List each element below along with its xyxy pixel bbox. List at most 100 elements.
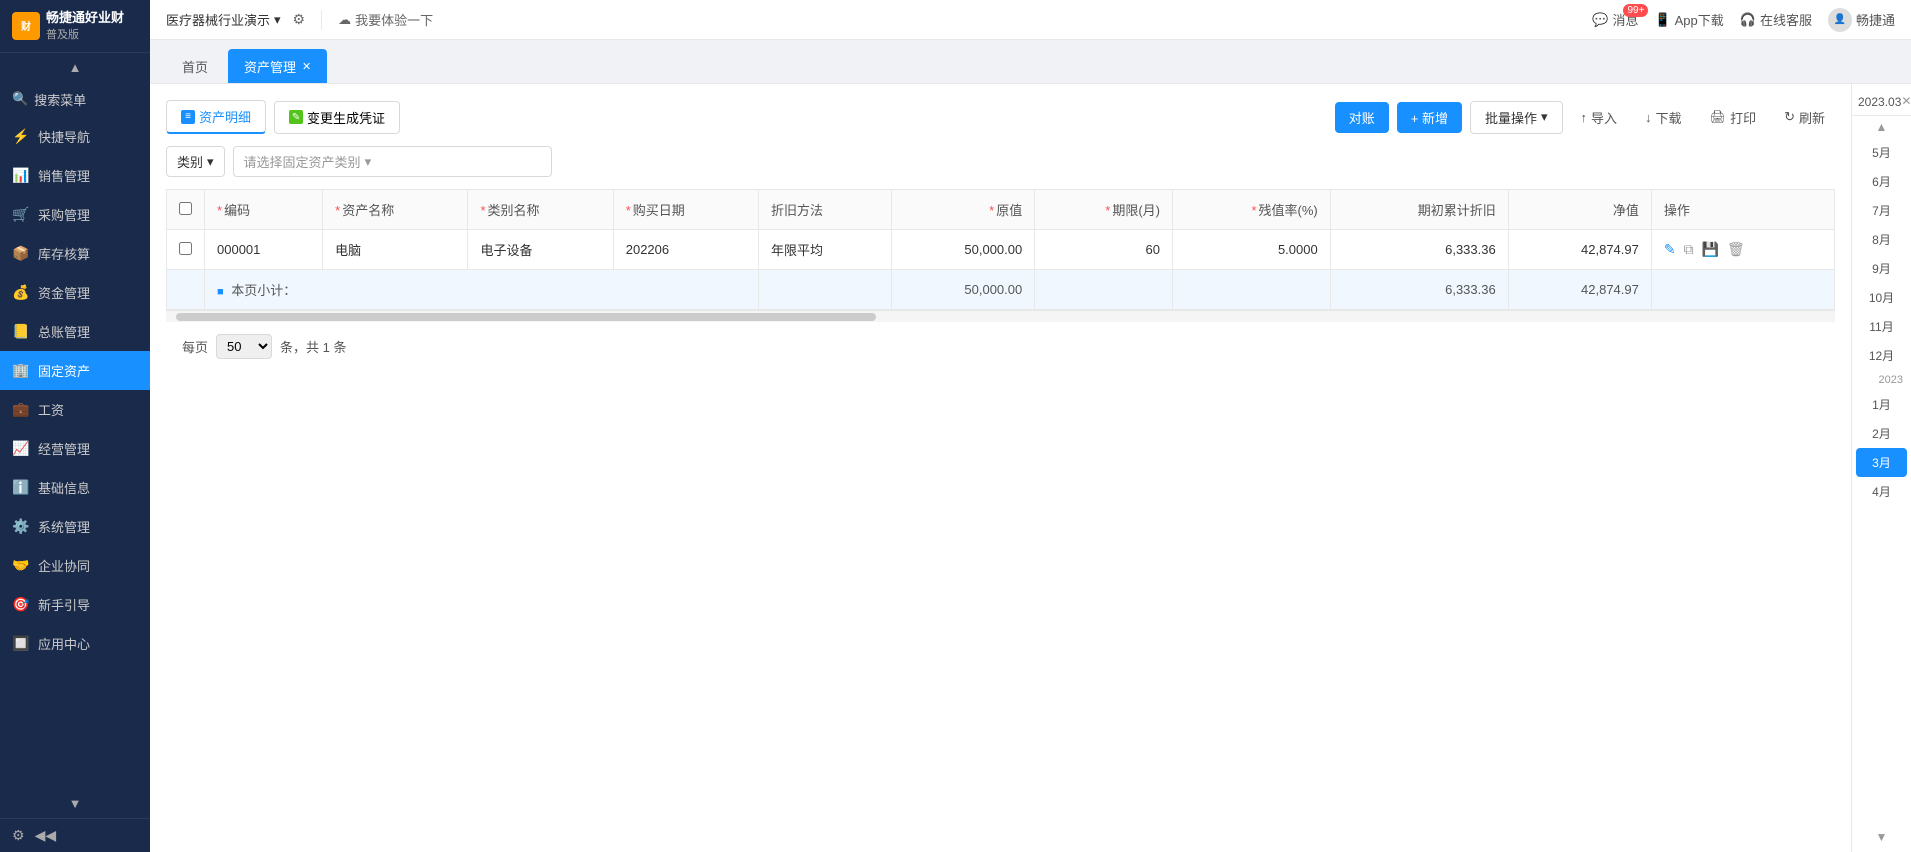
month-item-8[interactable]: 8月 <box>1852 225 1911 254</box>
row-checkbox-cell[interactable] <box>167 230 205 270</box>
col-net-value: 净值 <box>1508 190 1651 230</box>
topbar-divider <box>321 10 322 30</box>
month-item-11[interactable]: 11月 <box>1852 312 1911 341</box>
panel-scroll-down[interactable]: ▼ <box>1872 826 1892 848</box>
tab-asset-mgmt[interactable]: 资产管理 ✕ <box>228 49 327 83</box>
sidebar-item-funds[interactable]: 💰 资金管理 <box>0 273 150 312</box>
settings-gear-icon[interactable]: ⚙ <box>293 11 306 28</box>
col-buy-date: *购买日期 <box>613 190 758 230</box>
sidebar-item-app-center[interactable]: 🔲 应用中心 <box>0 624 150 663</box>
download-button[interactable]: ↓ 下载 <box>1635 102 1692 133</box>
month-item-1[interactable]: 1月 <box>1852 390 1911 419</box>
asset-table: *编码 *资产名称 *类别名称 *购买日期 <box>166 189 1835 310</box>
panel-title: 2023.03 <box>1858 95 1901 109</box>
col-operations: 操作 <box>1651 190 1834 230</box>
select-all-checkbox[interactable] <box>179 202 192 215</box>
edit-icon[interactable]: ✎ <box>1664 241 1676 258</box>
logo-text: 畅捷通好业财 普及版 <box>46 10 124 42</box>
asset-detail-icon: ≡ <box>181 110 195 124</box>
col-accum-deprec: 期初累计折旧 <box>1330 190 1508 230</box>
sidebar-item-cooperation[interactable]: 🤝 企业协同 <box>0 546 150 585</box>
subtab-asset-detail[interactable]: ≡ 资产明细 <box>166 100 266 134</box>
experience-button[interactable]: ☁ 我要体验一下 <box>338 10 433 29</box>
save-icon[interactable]: 💾 <box>1702 241 1719 258</box>
sidebar-item-guide[interactable]: 🎯 新手引导 <box>0 585 150 624</box>
sidebar-scroll-up[interactable]: ▲ <box>65 56 86 79</box>
per-page-select[interactable]: 50 10 20 100 <box>216 334 272 359</box>
subtotal-row: ■ 本页小计： 50,000.00 6,333.36 42,874.97 <box>167 270 1835 310</box>
sidebar-item-fixed-assets[interactable]: 🏢 固定资产 <box>0 351 150 390</box>
cell-residual-rate: 5.0000 <box>1173 230 1331 270</box>
sidebar-item-operations[interactable]: 📈 经营管理 <box>0 429 150 468</box>
month-item-4[interactable]: 4月 <box>1852 477 1911 506</box>
sidebar-item-quick-nav[interactable]: ⚡ 快捷导航 <box>0 117 150 156</box>
user-profile[interactable]: 👤 畅捷通 <box>1828 8 1895 32</box>
sidebar-item-general-ledger[interactable]: 📒 总账管理 <box>0 312 150 351</box>
sidebar-item-payroll[interactable]: 💼 工资 <box>0 390 150 429</box>
app-center-icon: 🔲 <box>12 634 30 652</box>
cell-accum-deprec: 6,333.36 <box>1330 230 1508 270</box>
sidebar-item-sales[interactable]: 📊 销售管理 <box>0 156 150 195</box>
subtab-voucher-gen[interactable]: ✎ 变更生成凭证 <box>274 101 400 134</box>
col-period: *期限(月) <box>1035 190 1173 230</box>
sidebar-item-inventory[interactable]: 📦 库存核算 <box>0 234 150 273</box>
company-dropdown-icon: ▾ <box>274 12 281 28</box>
print-button[interactable]: 🖨 打印 <box>1700 102 1767 133</box>
month-item-10[interactable]: 10月 <box>1852 283 1911 312</box>
year-label: 2023 <box>1852 370 1911 390</box>
company-name: 医疗器械行业演示 <box>166 10 270 29</box>
cell-original-value: 50,000.00 <box>892 230 1035 270</box>
copy-icon[interactable]: ⧉ <box>1684 241 1694 258</box>
category-filter-label[interactable]: 类别 ▾ <box>166 146 225 177</box>
cell-period: 60 <box>1035 230 1173 270</box>
horizontal-scrollbar[interactable] <box>166 310 1835 322</box>
sidebar-item-system[interactable]: ⚙️ 系统管理 <box>0 507 150 546</box>
tab-close-icon[interactable]: ✕ <box>302 60 311 73</box>
month-list: 5月 6月 7月 8月 9月 10月 11月 12月 2023 1月 2月 3月… <box>1852 138 1911 826</box>
sidebar-scroll-down[interactable]: ▼ <box>65 792 86 815</box>
right-panel: 2023.03 ✕ ⤢ ▲ 5月 6月 7月 8月 9月 10月 11月 12月… <box>1851 84 1911 852</box>
panel-controls: ✕ ⤢ <box>1901 94 1911 109</box>
category-filter-input[interactable]: 请选择固定资产类别 ▾ <box>233 146 553 177</box>
month-item-2[interactable]: 2月 <box>1852 419 1911 448</box>
cell-deprec-method: 年限平均 <box>759 230 892 270</box>
online-service-button[interactable]: 🎧 在线客服 <box>1740 10 1812 29</box>
row-checkbox[interactable] <box>179 242 192 255</box>
refresh-icon: ↻ <box>1784 109 1795 125</box>
basic-info-icon: ℹ️ <box>12 478 30 496</box>
reconcile-button[interactable]: 对账 <box>1335 102 1389 133</box>
sidebar-item-basic-info[interactable]: ℹ️ 基础信息 <box>0 468 150 507</box>
sidebar-item-purchase[interactable]: 🛒 采购管理 <box>0 195 150 234</box>
scrollbar-thumb[interactable] <box>176 313 876 321</box>
asset-table-wrap: *编码 *资产名称 *类别名称 *购买日期 <box>166 189 1835 310</box>
tab-home[interactable]: 首页 <box>166 49 224 83</box>
cell-type: 电子设备 <box>468 230 613 270</box>
panel-scroll-up[interactable]: ▲ <box>1872 116 1892 138</box>
refresh-button[interactable]: ↻ 刷新 <box>1774 102 1835 133</box>
panel-close-icon[interactable]: ✕ <box>1901 94 1911 109</box>
message-button[interactable]: 💬 消息 99+ <box>1592 10 1638 29</box>
cell-buy-date: 202206 <box>613 230 758 270</box>
batch-dropdown-icon: ▾ <box>1541 109 1548 125</box>
month-item-12[interactable]: 12月 <box>1852 341 1911 370</box>
sidebar-settings-icon[interactable]: ⚙ <box>12 827 25 844</box>
subtotal-label-cell: ■ 本页小计： <box>205 270 759 310</box>
delete-icon[interactable]: 🗑 <box>1727 241 1745 258</box>
cell-code: 000001 <box>205 230 323 270</box>
new-button[interactable]: + 新增 <box>1397 102 1462 133</box>
company-selector[interactable]: 医疗器械行业演示 ▾ <box>166 10 281 29</box>
sidebar-collapse-icon[interactable]: ◀◀ <box>35 827 57 844</box>
month-item-7[interactable]: 7月 <box>1852 196 1911 225</box>
month-item-5[interactable]: 5月 <box>1852 138 1911 167</box>
month-item-3[interactable]: 3月 <box>1856 448 1907 477</box>
filter-dropdown-icon: ▾ <box>207 154 214 170</box>
batch-ops-button[interactable]: 批量操作 ▾ <box>1470 101 1563 134</box>
app-download-button[interactable]: 📱 App下载 <box>1654 10 1723 29</box>
month-item-9[interactable]: 9月 <box>1852 254 1911 283</box>
tabbar: 首页 资产管理 ✕ <box>150 40 1911 84</box>
filter-row: 类别 ▾ 请选择固定资产类别 ▾ <box>166 146 1835 177</box>
import-button[interactable]: ↑ 导入 <box>1571 102 1628 133</box>
sidebar-search[interactable]: 🔍 搜索菜单 <box>0 82 150 117</box>
month-item-6[interactable]: 6月 <box>1852 167 1911 196</box>
select-all-header[interactable] <box>167 190 205 230</box>
